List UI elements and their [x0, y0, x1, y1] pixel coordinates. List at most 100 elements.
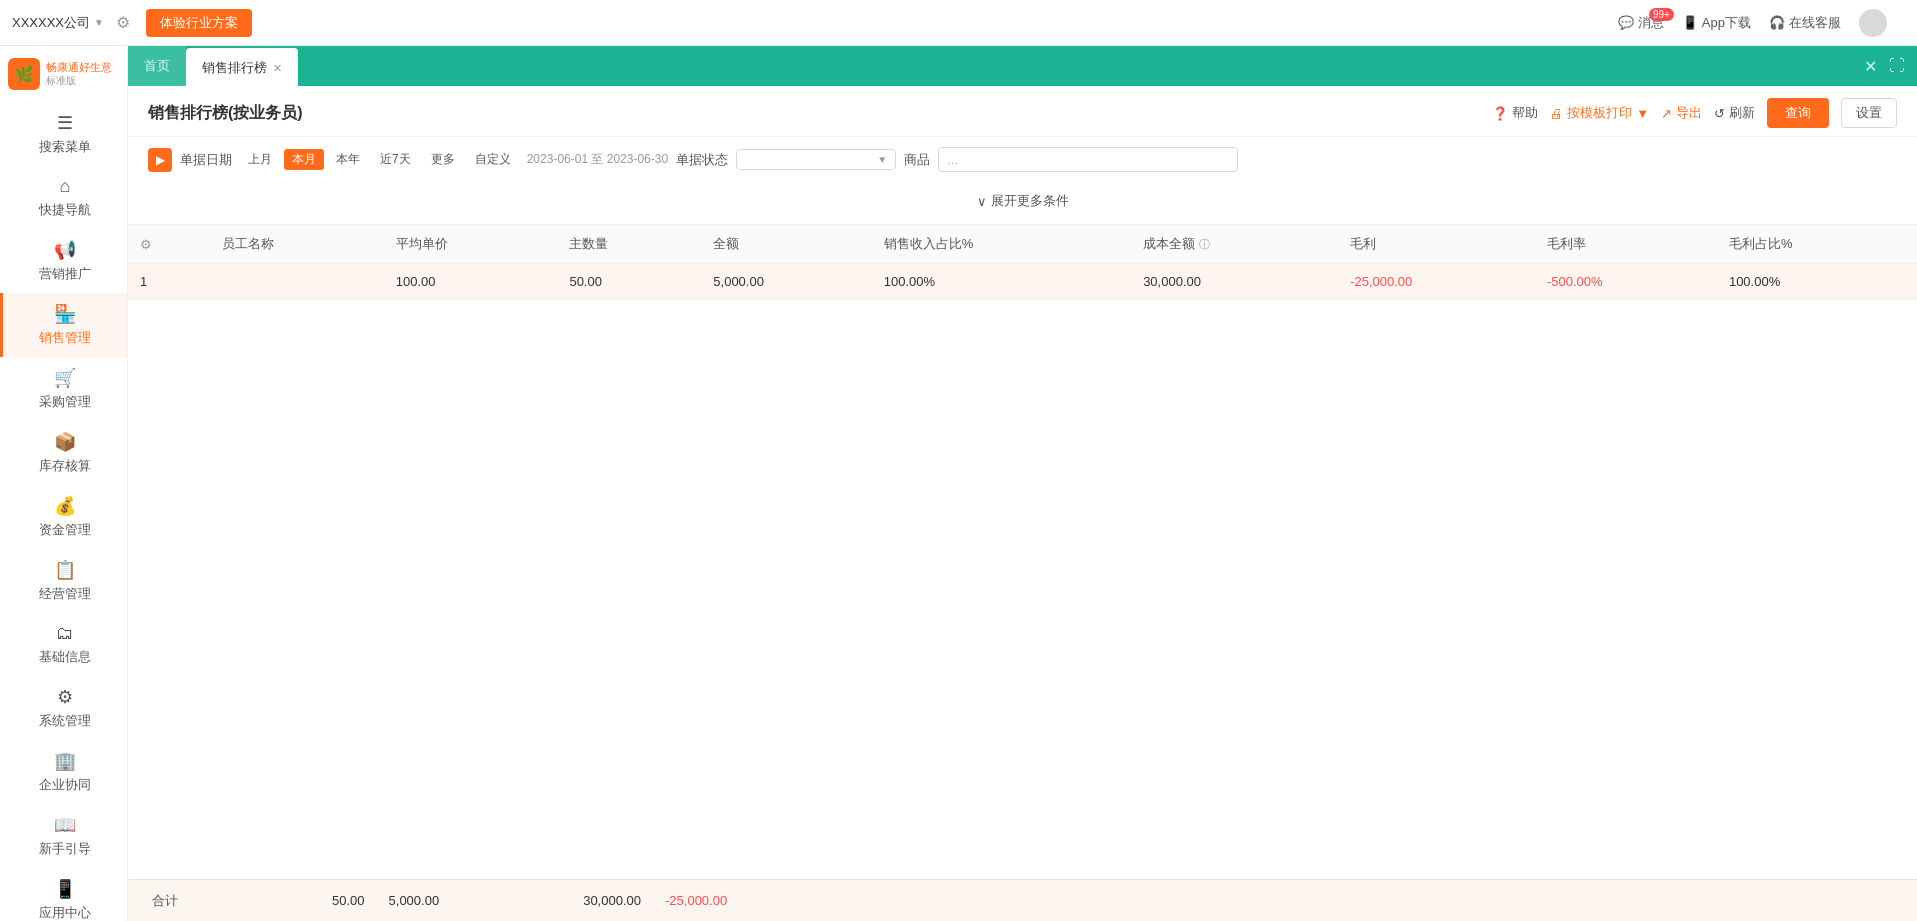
sidebar-item-sales[interactable]: 🏪 销售管理 [0, 293, 127, 357]
sidebar-item-basic[interactable]: 🗂 基础信息 [0, 613, 127, 676]
finance-icon: 💰 [54, 495, 76, 517]
sidebar-item-search-order[interactable]: ☰ 搜索菜单 [0, 102, 127, 166]
date-tab-this-month[interactable]: 本月 [284, 149, 324, 170]
message-badge: 99+ [1649, 8, 1674, 21]
refresh-button[interactable]: ↺ 刷新 [1714, 104, 1755, 122]
cell-avg-price: 100.00 [384, 264, 558, 300]
total-label: 合计 [140, 892, 190, 910]
date-tab-custom[interactable]: 自定义 [467, 149, 519, 170]
collab-icon: 🏢 [54, 750, 76, 772]
purchase-icon: 🛒 [54, 367, 76, 389]
cell-gross: -25,000.00 [1338, 264, 1535, 300]
col-cost: 成本全额 ⓘ [1131, 225, 1338, 264]
sidebar-logo: 🌿 畅康通好生意 标准版 [0, 46, 127, 102]
content-area: 首页 销售排行榜 ✕ ✕ ⛶ 销售排行榜(按业务员) ❓ 帮助 [128, 46, 1917, 921]
col-qty: 主数量 [557, 225, 701, 264]
system-icon: ⚙ [57, 686, 73, 708]
tab-home[interactable]: 首页 [128, 46, 186, 86]
message-icon: 💬 [1618, 15, 1634, 30]
tab-home-label: 首页 [144, 57, 170, 75]
page-content: 销售排行榜(按业务员) ❓ 帮助 🖨 按模板打印 ▼ ↗ 导出 [128, 86, 1917, 921]
expand-label: 展开更多条件 [991, 192, 1069, 210]
settings-button[interactable]: 设置 [1841, 98, 1897, 128]
col-gross-pct: 毛利占比% [1717, 225, 1917, 264]
sidebar-item-marketing[interactable]: 📢 营销推广 [0, 229, 127, 293]
data-table: ⚙ 员工名称 平均单价 主数量 全额 销售收入占比% 成本全额 ⓘ 毛利 毛利率… [128, 225, 1917, 300]
cell-gross-rate: -500.00% [1535, 264, 1717, 300]
footer-total: 合计 50.00 5,000.00 30,000.00 -25,000.00 [128, 879, 1917, 921]
help-button[interactable]: ❓ 帮助 [1492, 104, 1538, 122]
table-container: ⚙ 员工名称 平均单价 主数量 全额 销售收入占比% 成本全额 ⓘ 毛利 毛利率… [128, 225, 1917, 879]
cell-cost: 30,000.00 [1131, 264, 1338, 300]
headset-icon: 🎧 [1769, 15, 1785, 30]
page-header: 销售排行榜(按业务员) ❓ 帮助 🖨 按模板打印 ▼ ↗ 导出 [128, 86, 1917, 137]
sidebar-item-label: 新手引导 [39, 840, 91, 858]
sidebar-item-label: 应用中心 [39, 904, 91, 921]
sidebar-item-label: 资金管理 [39, 521, 91, 539]
sales-icon: 🏪 [54, 303, 76, 325]
col-settings[interactable]: ⚙ [128, 225, 210, 264]
sidebar-item-collab[interactable]: 🏢 企业协同 [0, 740, 127, 804]
col-gross: 毛利 [1338, 225, 1535, 264]
date-label: 单据日期 [180, 151, 232, 169]
basic-icon: 🗂 [56, 623, 74, 644]
sidebar-item-inventory[interactable]: 📦 库存核算 [0, 421, 127, 485]
message-icon-group[interactable]: 💬 消息 99+ [1618, 14, 1664, 32]
cell-gross-pct: 100.00% [1717, 264, 1917, 300]
date-tab-this-year[interactable]: 本年 [328, 149, 368, 170]
sidebar-item-label: 营销推广 [39, 265, 91, 283]
trial-button[interactable]: 体验行业方案 [146, 9, 252, 37]
cell-rank: 1 [128, 264, 210, 300]
status-label: 单据状态 [676, 151, 728, 169]
cost-info-icon[interactable]: ⓘ [1199, 238, 1210, 250]
sidebar-item-label: 经营管理 [39, 585, 91, 603]
sidebar-item-operations[interactable]: 📋 经营管理 [0, 549, 127, 613]
total-cost: 30,000.00 [571, 893, 653, 908]
cell-amount: 5,000.00 [701, 264, 871, 300]
app-download-group[interactable]: 📱 App下载 [1682, 14, 1751, 32]
sidebar-item-label: 基础信息 [39, 648, 91, 666]
tab-maximize-icon[interactable]: ⛶ [1889, 57, 1905, 75]
online-label: 在线客服 [1789, 14, 1841, 32]
query-button[interactable]: 查询 [1767, 98, 1829, 128]
tab-sales-rank[interactable]: 销售排行榜 ✕ [186, 48, 298, 88]
filter-expand-arrow[interactable]: ▶ [148, 148, 172, 172]
sidebar-item-guide[interactable]: 📖 新手引导 [0, 804, 127, 868]
date-tabs: 上月 本月 本年 近7天 更多 自定义 [240, 149, 519, 170]
sidebar-item-system[interactable]: ⚙ 系统管理 [0, 676, 127, 740]
sidebar-item-apps[interactable]: 📱 应用中心 [0, 868, 127, 921]
export-button[interactable]: ↗ 导出 [1661, 104, 1702, 122]
company-selector[interactable]: XXXXXX公司 ▼ [12, 14, 104, 32]
col-gross-rate: 毛利率 [1535, 225, 1717, 264]
app-icon: 📱 [1682, 15, 1698, 30]
export-label: 导出 [1676, 104, 1702, 122]
col-avg-price: 平均单价 [384, 225, 558, 264]
template-print-button[interactable]: 🖨 按模板打印 ▼ [1550, 104, 1649, 122]
settings-icon[interactable]: ⚙ [116, 13, 130, 32]
top-bar-right: 💬 消息 99+ 📱 App下载 🎧 在线客服 [1618, 9, 1905, 37]
tab-close-window-icon[interactable]: ✕ [1864, 57, 1877, 76]
date-tab-7days[interactable]: 近7天 [372, 149, 419, 170]
inventory-icon: 📦 [54, 431, 76, 453]
goods-select[interactable]: ... [938, 147, 1238, 172]
expand-more-btn[interactable]: ∨ 展开更多条件 [148, 188, 1897, 214]
page-title: 销售排行榜(按业务员) [148, 103, 303, 124]
sidebar-item-quick-nav[interactable]: ⌂ 快捷导航 [0, 166, 127, 229]
main-layout: 🌿 畅康通好生意 标准版 ☰ 搜索菜单 ⌂ 快捷导航 📢 营销推广 🏪 销售管理… [0, 46, 1917, 921]
guide-icon: 📖 [54, 814, 76, 836]
date-tab-last-month[interactable]: 上月 [240, 149, 280, 170]
sidebar-item-purchase[interactable]: 🛒 采购管理 [0, 357, 127, 421]
tab-close-icon[interactable]: ✕ [273, 62, 282, 75]
cell-name [210, 264, 384, 300]
export-icon: ↗ [1661, 106, 1672, 121]
logo-icon: 🌿 [8, 58, 40, 90]
status-select[interactable]: ▼ [736, 149, 896, 170]
avatar[interactable] [1859, 9, 1887, 37]
apps-icon: 📱 [54, 878, 76, 900]
online-service-group[interactable]: 🎧 在线客服 [1769, 14, 1841, 32]
sidebar: 🌿 畅康通好生意 标准版 ☰ 搜索菜单 ⌂ 快捷导航 📢 营销推广 🏪 销售管理… [0, 46, 128, 921]
home-icon: ⌂ [60, 176, 71, 197]
sidebar-item-finance[interactable]: 💰 资金管理 [0, 485, 127, 549]
search-menu-icon: ☰ [57, 112, 73, 134]
date-tab-more[interactable]: 更多 [423, 149, 463, 170]
